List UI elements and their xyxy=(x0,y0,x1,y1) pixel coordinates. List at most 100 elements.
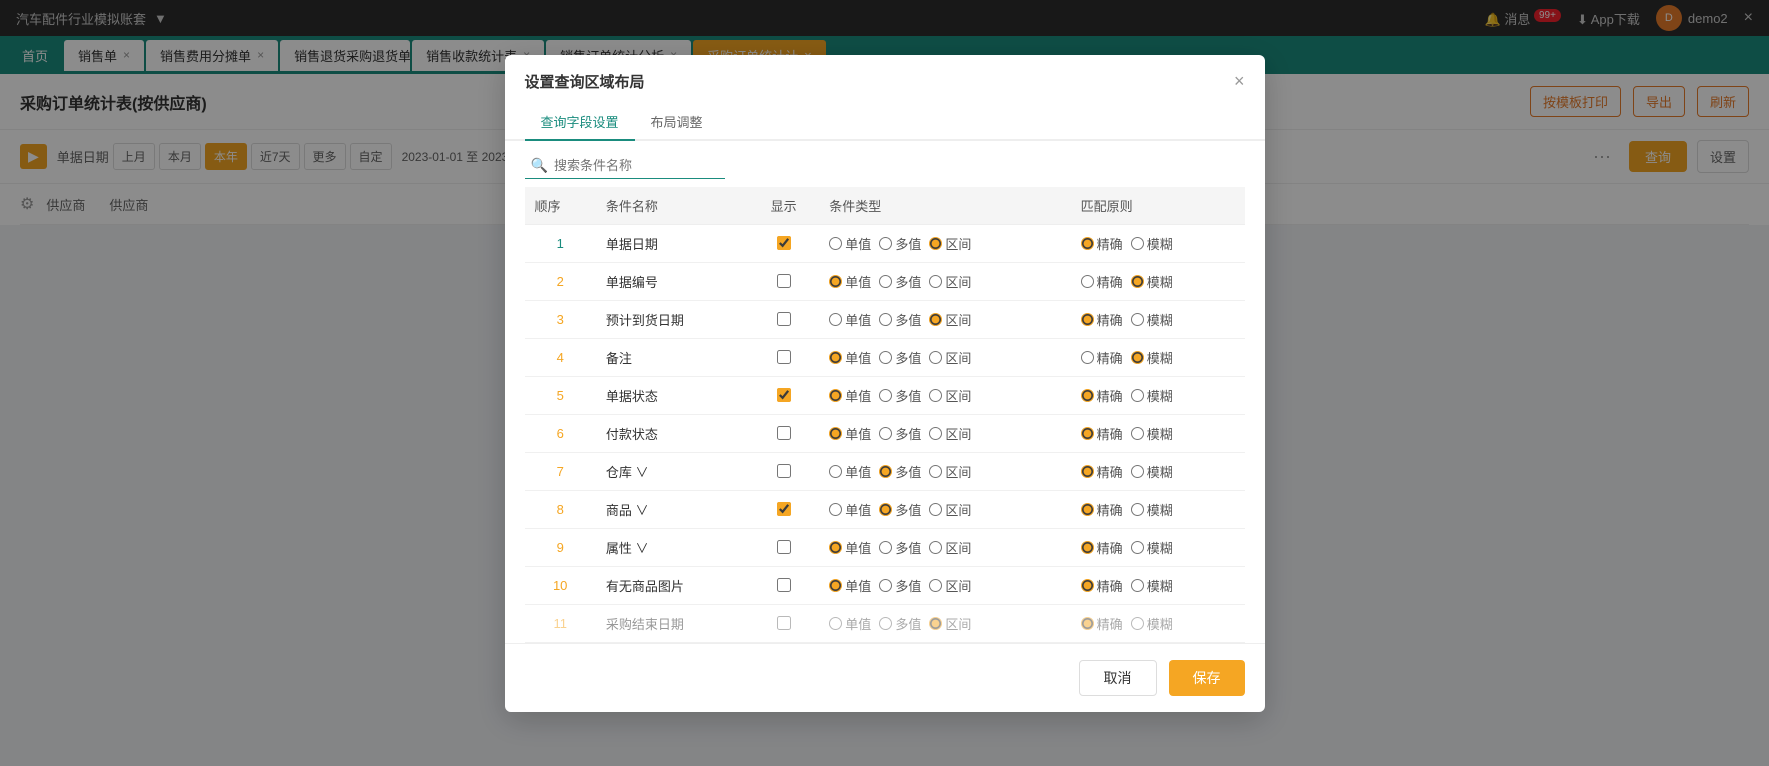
type-radio-label[interactable]: 单值 xyxy=(829,310,871,329)
table-row: 7仓库 ∨单值多值区间精确模糊 xyxy=(525,452,1245,490)
table-row: 3预计到货日期单值多值区间精确模糊 xyxy=(525,300,1245,338)
type-radio-label[interactable]: 多值 xyxy=(879,234,921,253)
type-radio-label[interactable]: 多值 xyxy=(879,272,921,291)
type-radio-label[interactable]: 区间 xyxy=(929,272,971,291)
table-row: 6付款状态单值多值区间精确模糊 xyxy=(525,414,1245,452)
match-radio-label[interactable]: 精确 xyxy=(1081,462,1123,481)
type-radio-label[interactable]: 区间 xyxy=(929,424,971,443)
match-radio-label[interactable]: 精确 xyxy=(1081,234,1123,253)
match-radio-label[interactable]: 精确 xyxy=(1081,310,1123,329)
display-checkbox[interactable] xyxy=(777,578,791,592)
type-radio-label[interactable]: 单值 xyxy=(829,500,871,519)
type-radio-label[interactable]: 单值 xyxy=(829,576,871,595)
modal-close-button[interactable]: × xyxy=(1234,71,1245,92)
search-input[interactable] xyxy=(554,158,714,173)
match-radio-label[interactable]: 模糊 xyxy=(1131,538,1173,557)
row-type-cell: 单值多值区间 xyxy=(819,224,1070,262)
match-radio-label[interactable]: 精确 xyxy=(1081,576,1123,595)
match-radio-label[interactable]: 精确 xyxy=(1081,386,1123,405)
modal-tab-layout[interactable]: 布局调整 xyxy=(635,104,719,141)
type-radio-label[interactable]: 多值 xyxy=(879,348,921,367)
type-radio-label[interactable]: 单值 xyxy=(829,538,871,557)
type-radio-label[interactable]: 区间 xyxy=(929,310,971,329)
th-order: 顺序 xyxy=(525,187,596,225)
type-radio-label[interactable]: 单值 xyxy=(829,386,871,405)
match-radio-label[interactable]: 精确 xyxy=(1081,538,1123,557)
display-checkbox[interactable] xyxy=(777,502,791,516)
row-order: 10 xyxy=(525,566,596,604)
match-radio-label[interactable]: 模糊 xyxy=(1131,500,1173,519)
modal-tab-layout-label: 布局调整 xyxy=(651,115,703,130)
match-radio-label[interactable]: 精确 xyxy=(1081,348,1123,367)
th-display: 显示 xyxy=(748,187,819,225)
row-display-cell xyxy=(748,452,819,490)
match-radio-label[interactable]: 模糊 xyxy=(1131,272,1173,291)
row-match-cell: 精确模糊 xyxy=(1071,528,1245,566)
display-checkbox[interactable] xyxy=(777,464,791,478)
match-radio-label[interactable]: 模糊 xyxy=(1131,614,1173,633)
modal-tabs: 查询字段设置 布局调整 xyxy=(505,104,1265,141)
type-radio-label[interactable]: 单值 xyxy=(829,234,871,253)
row-order: 3 xyxy=(525,300,596,338)
type-radio-label[interactable]: 多值 xyxy=(879,386,921,405)
type-radio-label[interactable]: 区间 xyxy=(929,500,971,519)
type-radio-label[interactable]: 单值 xyxy=(829,614,871,633)
match-radio-label[interactable]: 精确 xyxy=(1081,614,1123,633)
row-display-cell xyxy=(748,224,819,262)
row-type-cell: 单值多值区间 xyxy=(819,262,1070,300)
row-order: 5 xyxy=(525,376,596,414)
display-checkbox[interactable] xyxy=(777,388,791,402)
type-radio-label[interactable]: 多值 xyxy=(879,424,921,443)
row-match-cell: 精确模糊 xyxy=(1071,338,1245,376)
display-checkbox[interactable] xyxy=(777,350,791,364)
type-radio-label[interactable]: 区间 xyxy=(929,576,971,595)
match-radio-label[interactable]: 模糊 xyxy=(1131,310,1173,329)
row-order: 6 xyxy=(525,414,596,452)
table-row: 9属性 ∨单值多值区间精确模糊 xyxy=(525,528,1245,566)
row-match-cell: 精确模糊 xyxy=(1071,224,1245,262)
type-radio-label[interactable]: 单值 xyxy=(829,424,871,443)
cancel-button[interactable]: 取消 xyxy=(1079,660,1157,696)
display-checkbox[interactable] xyxy=(777,426,791,440)
type-radio-label[interactable]: 区间 xyxy=(929,614,971,633)
match-radio-label[interactable]: 精确 xyxy=(1081,272,1123,291)
match-radio-label[interactable]: 模糊 xyxy=(1131,386,1173,405)
row-order: 2 xyxy=(525,262,596,300)
row-match-cell: 精确模糊 xyxy=(1071,414,1245,452)
type-radio-label[interactable]: 区间 xyxy=(929,462,971,481)
type-radio-label[interactable]: 区间 xyxy=(929,348,971,367)
th-name: 条件名称 xyxy=(596,187,748,225)
match-radio-label[interactable]: 模糊 xyxy=(1131,424,1173,443)
type-radio-label[interactable]: 单值 xyxy=(829,462,871,481)
type-radio-label[interactable]: 多值 xyxy=(879,614,921,633)
row-order: 1 xyxy=(525,224,596,262)
modal-table-body: 1单据日期单值多值区间精确模糊2单据编号单值多值区间精确模糊3预计到货日期单值多… xyxy=(525,224,1245,642)
type-radio-label[interactable]: 单值 xyxy=(829,348,871,367)
row-name: 单据日期 xyxy=(596,224,748,262)
type-radio-label[interactable]: 区间 xyxy=(929,234,971,253)
save-button[interactable]: 保存 xyxy=(1169,660,1245,696)
type-radio-label[interactable]: 多值 xyxy=(879,538,921,557)
type-radio-label[interactable]: 多值 xyxy=(879,462,921,481)
type-radio-label[interactable]: 单值 xyxy=(829,272,871,291)
display-checkbox[interactable] xyxy=(777,236,791,250)
type-radio-label[interactable]: 区间 xyxy=(929,386,971,405)
type-radio-label[interactable]: 区间 xyxy=(929,538,971,557)
match-radio-label[interactable]: 模糊 xyxy=(1131,348,1173,367)
type-radio-label[interactable]: 多值 xyxy=(879,310,921,329)
display-checkbox[interactable] xyxy=(777,274,791,288)
display-checkbox[interactable] xyxy=(777,540,791,554)
display-checkbox[interactable] xyxy=(777,616,791,630)
modal-table-wrap: 顺序 条件名称 显示 条件类型 匹配原则 1单据日期单值多值区间精确模糊2单据编… xyxy=(505,187,1265,643)
modal-tab-query-fields[interactable]: 查询字段设置 xyxy=(525,104,635,141)
match-radio-label[interactable]: 精确 xyxy=(1081,424,1123,443)
type-radio-label[interactable]: 多值 xyxy=(879,576,921,595)
match-radio-label[interactable]: 模糊 xyxy=(1131,462,1173,481)
match-radio-label[interactable]: 精确 xyxy=(1081,500,1123,519)
row-display-cell xyxy=(748,528,819,566)
row-order: 7 xyxy=(525,452,596,490)
match-radio-label[interactable]: 模糊 xyxy=(1131,234,1173,253)
type-radio-label[interactable]: 多值 xyxy=(879,500,921,519)
match-radio-label[interactable]: 模糊 xyxy=(1131,576,1173,595)
display-checkbox[interactable] xyxy=(777,312,791,326)
